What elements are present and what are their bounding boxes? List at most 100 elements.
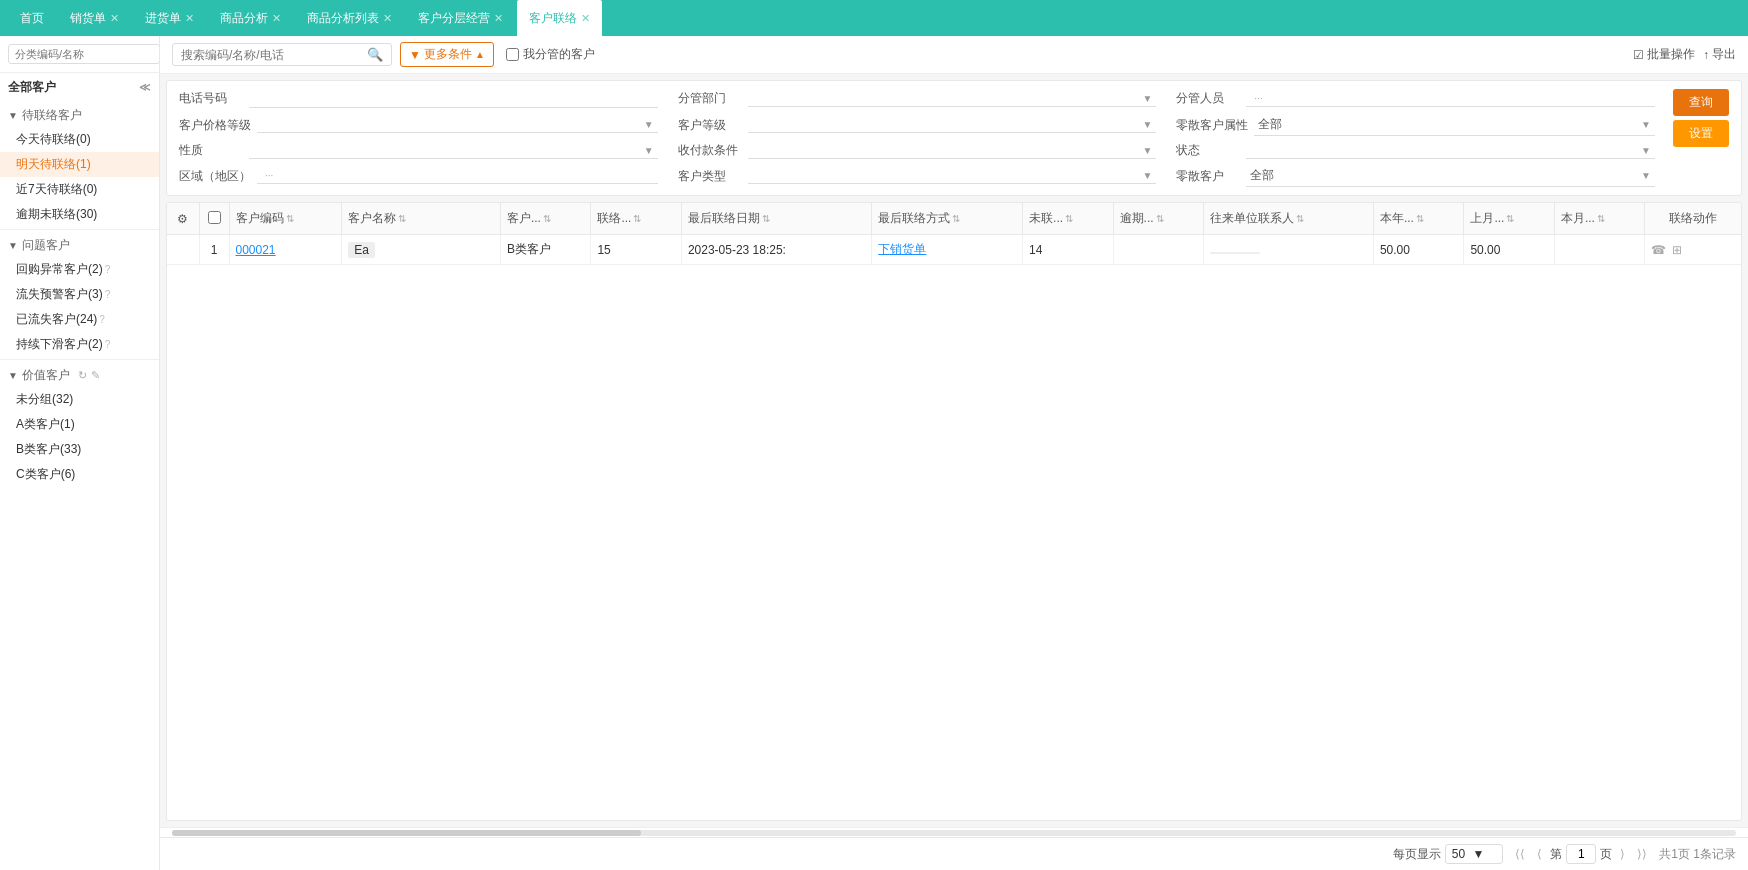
filter-price-level-select[interactable]: ▼: [257, 117, 658, 133]
th-contact-person[interactable]: 往来单位联系人⇅: [1204, 203, 1374, 235]
nav-product-list[interactable]: 商品分析列表 ✕: [295, 0, 404, 36]
sidebar-today-contact[interactable]: 今天待联络(0): [0, 127, 159, 152]
th-name[interactable]: 客户名称⇅: [342, 203, 501, 235]
sidebar-7day-contact[interactable]: 近7天待联络(0): [0, 177, 159, 202]
page-size-select[interactable]: 50 ▼: [1445, 844, 1504, 864]
my-customer-checkbox-area[interactable]: 我分管的客户: [506, 46, 595, 63]
page-first-btn[interactable]: ⟨⟨: [1511, 845, 1529, 863]
nav-close-sales[interactable]: ✕: [110, 12, 119, 25]
customer-table: ⚙ 客户编码⇅ 客户名称⇅ 客户...⇅: [167, 203, 1741, 265]
filter-scatter-attr-select[interactable]: 全部 ▼: [1254, 114, 1655, 136]
nav-customer-tier[interactable]: 客户分层经营 ✕: [406, 0, 515, 36]
sidebar-abnormal-repurchase[interactable]: 回购异常客户(2) ?: [0, 257, 159, 282]
main-search-icon[interactable]: 🔍: [367, 47, 383, 62]
row-contact-icon[interactable]: ☎: [1651, 243, 1666, 257]
filter-payment-select[interactable]: ▼: [748, 143, 1157, 159]
nav-close-product-analysis[interactable]: ✕: [272, 12, 281, 25]
page-input[interactable]: [1566, 844, 1596, 864]
th-code[interactable]: 客户编码⇅: [229, 203, 342, 235]
th-last-month[interactable]: 上月...⇅: [1464, 203, 1554, 235]
th-this-month[interactable]: 本月...⇅: [1554, 203, 1644, 235]
nav-close-product-list[interactable]: ✕: [383, 12, 392, 25]
td-gear: [167, 235, 199, 265]
th-contact-count[interactable]: 联络...⇅: [591, 203, 681, 235]
help-icon-2[interactable]: ?: [99, 314, 105, 325]
filter-customer-level-select[interactable]: ▼: [748, 117, 1157, 133]
td-row-actions: ☎ ⊞: [1645, 235, 1741, 265]
main-search-input[interactable]: [181, 48, 367, 62]
nav-home[interactable]: 首页: [8, 0, 56, 36]
edit-icon[interactable]: ✎: [91, 369, 100, 382]
scroll-thumb[interactable]: [172, 830, 641, 836]
th-overdue[interactable]: 逾期...⇅: [1113, 203, 1203, 235]
filter-manager-select[interactable]: ···: [1246, 91, 1655, 107]
nav-customer-contact[interactable]: 客户联络 ✕: [517, 0, 602, 36]
td-last-contact-date: 2023-05-23 18:25:: [681, 235, 871, 265]
batch-btn[interactable]: ☑ 批量操作: [1633, 46, 1695, 63]
pending-contact-group[interactable]: ▼ 待联络客户: [0, 102, 159, 127]
help-icon-3[interactable]: ?: [105, 339, 111, 350]
filter-region-select[interactable]: ···: [257, 168, 658, 184]
nav-purchase[interactable]: 进货单 ✕: [133, 0, 206, 36]
th-last-contact-method[interactable]: 最后联络方式⇅: [872, 203, 1023, 235]
nature-arrow-icon: ▼: [644, 145, 654, 156]
sidebar-ungrouped[interactable]: 未分组(32): [0, 387, 159, 412]
sidebar-declining-customers[interactable]: 持续下滑客户(2) ?: [0, 332, 159, 357]
filter-phone-input[interactable]: [249, 89, 658, 108]
export-icon: ↑: [1703, 48, 1709, 62]
nav-close-purchase[interactable]: ✕: [185, 12, 194, 25]
page-next-btn[interactable]: ⟩: [1616, 845, 1629, 863]
nav-close-customer-contact[interactable]: ✕: [581, 12, 590, 25]
filter-manager-label: 分管人员: [1176, 90, 1246, 107]
filter-status-select[interactable]: ▼: [1246, 143, 1655, 159]
more-filters-btn[interactable]: ▼ 更多条件 ▲: [400, 42, 494, 67]
sidebar-tomorrow-contact[interactable]: 明天待联络(1): [0, 152, 159, 177]
filter-customer-type: 客户类型 ▼: [678, 168, 1157, 185]
nav-product-analysis[interactable]: 商品分析 ✕: [208, 0, 293, 36]
th-type[interactable]: 客户...⇅: [500, 203, 590, 235]
sidebar-churn-warning[interactable]: 流失预警客户(3) ?: [0, 282, 159, 307]
export-btn[interactable]: ↑ 导出: [1703, 46, 1736, 63]
my-customer-label: 我分管的客户: [523, 46, 595, 63]
select-all-checkbox[interactable]: [208, 211, 221, 224]
filter-actions: 查询 设置: [1673, 89, 1729, 147]
sidebar-a-class[interactable]: A类客户(1): [0, 412, 159, 437]
filter-panel: 电话号码 分管部门 ▼ 分管人员: [166, 80, 1742, 196]
sidebar-c-class[interactable]: C类客户(6): [0, 462, 159, 487]
nav-close-customer-tier[interactable]: ✕: [494, 12, 503, 25]
query-button[interactable]: 查询: [1673, 89, 1729, 116]
filter-scatter-select[interactable]: 全部 ▼: [1246, 165, 1655, 187]
td-type: B类客户: [500, 235, 590, 265]
table-row: 1 000021 Ea B类客户 15: [167, 235, 1741, 265]
filter-customer-type-select[interactable]: ▼: [748, 168, 1157, 184]
th-this-year[interactable]: 本年...⇅: [1373, 203, 1463, 235]
sort-icon-contact-person: ⇅: [1296, 213, 1304, 224]
sidebar-overdue-contact[interactable]: 逾期未联络(30): [0, 202, 159, 227]
all-customers-header[interactable]: 全部客户 ≪: [0, 73, 159, 102]
td-overdue: [1113, 235, 1203, 265]
toolbar-right: ☑ 批量操作 ↑ 导出: [1633, 46, 1736, 63]
filter-nature-select[interactable]: ▼: [249, 143, 658, 159]
help-icon-0[interactable]: ?: [105, 264, 111, 275]
row-more-icon[interactable]: ⊞: [1672, 243, 1682, 257]
page-prev-btn[interactable]: ⟨: [1533, 845, 1546, 863]
filter-dept: 分管部门 ▼: [678, 90, 1157, 107]
gear-icon[interactable]: ⚙: [177, 212, 188, 226]
problem-customers-group[interactable]: ▼ 问题客户: [0, 232, 159, 257]
filter-dept-select[interactable]: ▼: [748, 91, 1157, 107]
sidebar-search-input[interactable]: [8, 44, 160, 64]
my-customer-checkbox[interactable]: [506, 48, 519, 61]
help-icon-1[interactable]: ?: [105, 289, 111, 300]
th-last-contact-date[interactable]: 最后联络日期⇅: [681, 203, 871, 235]
reset-button[interactable]: 设置: [1673, 120, 1729, 147]
sidebar-lost-customers[interactable]: 已流失客户(24) ?: [0, 307, 159, 332]
refresh-icon[interactable]: ↻: [78, 369, 87, 382]
th-actions: 联络动作: [1645, 203, 1741, 235]
nav-sales[interactable]: 销货单 ✕: [58, 0, 131, 36]
th-no-contact[interactable]: 未联...⇅: [1023, 203, 1113, 235]
page-last-btn[interactable]: ⟩⟩: [1633, 845, 1651, 863]
value-customers-group[interactable]: ▼ 价值客户 ↻ ✎: [0, 362, 159, 387]
filter-row-4: 区域（地区） ··· 客户类型 ▼: [179, 165, 1655, 187]
sidebar-b-class[interactable]: B类客户(33): [0, 437, 159, 462]
td-num: 1: [199, 235, 229, 265]
